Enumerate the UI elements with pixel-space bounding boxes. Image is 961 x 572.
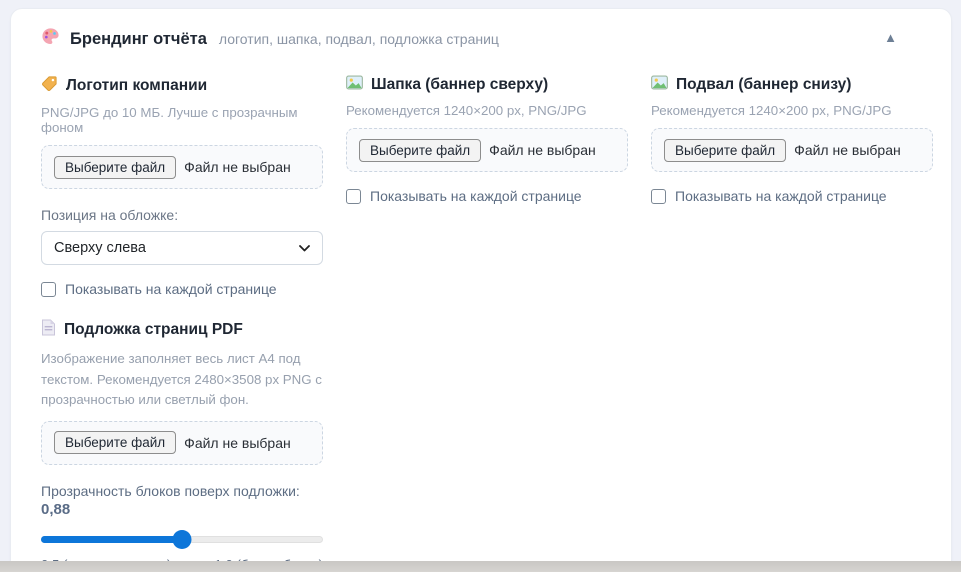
viewport-bottom-strip [0,561,961,572]
footer-banner-title-text: Подвал (баннер снизу) [676,76,852,93]
logo-title-text: Логотип компании [66,77,208,94]
opacity-slider[interactable] [41,529,323,549]
header-banner-every-page-label: Показывать на каждой странице [370,188,582,204]
logo-every-page-label: Показывать на каждой странице [65,281,277,297]
footer-banner-file-dropzone[interactable]: Выберите файл Файл не выбран [651,128,933,172]
header-banner-hint: Рекомендуется 1240×200 px, PNG/JPG [346,103,587,118]
logo-position-value: Сверху слева [54,240,146,256]
header-banner-every-page-checkbox[interactable] [346,188,361,204]
logo-column: Логотип компании PNG/JPG до 10 МБ. Лучше… [41,75,323,572]
header-banner-title-text: Шапка (баннер сверху) [371,76,549,93]
opacity-label: Прозрачность блоков поверх подложки: [41,482,300,499]
footer-banner-every-page-row: Показывать на каждой странице [651,188,933,204]
logo-file-status: Файл не выбран [184,159,291,175]
footer-banner-choose-file-button[interactable]: Выберите файл [664,138,787,162]
branding-grid: Логотип компании PNG/JPG до 10 МБ. Лучше… [41,75,933,572]
logo-position-label: Позиция на обложке: [41,207,179,223]
watermark-file-status: Файл не выбран [184,434,291,451]
logo-section-title: Логотип компании [41,75,323,97]
footer-banner-hint: Рекомендуется 1240×200 px, PNG/JPG [651,103,892,118]
opacity-value: 0,88 [41,500,71,518]
logo-hint: PNG/JPG до 10 МБ. Лучше с прозрачным фон… [41,105,298,135]
page-title: Брендинг отчёта [70,29,207,48]
header-banner-column: Шапка (баннер сверху) Рекомендуется 1240… [346,75,628,204]
logo-every-page-row: Показывать на каждой странице [41,281,323,297]
tag-icon [41,75,58,97]
page-icon [41,319,56,341]
picture-icon [346,75,363,95]
logo-choose-file-button[interactable]: Выберите файл [54,155,177,179]
collapse-section-button[interactable]: ▲ [884,31,897,44]
footer-banner-section-title: Подвал (баннер снизу) [651,75,933,95]
logo-position-select[interactable]: Сверху слева [41,231,323,265]
footer-banner-every-page-checkbox[interactable] [651,188,666,204]
palette-icon [41,27,60,51]
watermark-section-title: Подложка страниц PDF [41,319,323,341]
branding-card: Брендинг отчёта логотип, шапка, подвал, … [10,8,952,572]
watermark-title-text: Подложка страниц PDF [64,321,243,338]
slider-fill [41,535,182,543]
footer-banner-every-page-label: Показывать на каждой странице [675,188,887,204]
page-subtitle: логотип, шапка, подвал, подложка страниц [218,31,499,47]
picture-icon [651,75,668,95]
chevron-down-icon [299,240,310,256]
watermark-choose-file-button[interactable]: Выберите файл [54,431,177,455]
header-banner-section-title: Шапка (баннер сверху) [346,75,628,95]
logo-file-dropzone[interactable]: Выберите файл Файл не выбран [41,145,323,189]
slider-thumb[interactable] [172,529,192,549]
card-header: Брендинг отчёта логотип, шапка, подвал, … [41,27,921,51]
header-banner-every-page-row: Показывать на каждой странице [346,188,628,204]
header-banner-choose-file-button[interactable]: Выберите файл [359,138,482,162]
logo-every-page-checkbox[interactable] [41,281,56,297]
watermark-description: Изображение заполняет весь лист A4 под т… [41,351,322,408]
footer-banner-file-status: Файл не выбран [794,142,901,158]
watermark-file-dropzone[interactable]: Выберите файл Файл не выбран [41,420,323,465]
header-banner-file-dropzone[interactable]: Выберите файл Файл не выбран [346,128,628,172]
footer-banner-column: Подвал (баннер снизу) Рекомендуется 1240… [651,75,933,204]
header-banner-file-status: Файл не выбран [489,142,596,158]
